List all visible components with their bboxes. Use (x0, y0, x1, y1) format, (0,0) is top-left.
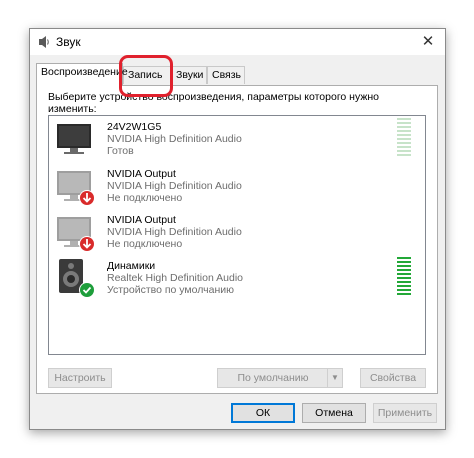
device-description: NVIDIA High Definition Audio (107, 180, 242, 192)
set-default-button[interactable]: По умолчанию ▼ (217, 368, 343, 388)
device-name: NVIDIA Output (107, 214, 176, 226)
tab-sounds[interactable]: Звуки (171, 66, 207, 84)
monitor-icon (57, 124, 91, 154)
tab-playback[interactable]: Воспроизведение (36, 63, 128, 86)
cancel-button[interactable]: Отмена (302, 403, 366, 423)
speaker-title-icon (39, 36, 49, 48)
device-name: NVIDIA Output (107, 168, 176, 180)
sound-dialog: Звук ✕ Воспроизведение Запись Звуки Связ… (29, 28, 446, 430)
device-name: 24V2W1G5 (107, 121, 162, 133)
device-item[interactable]: Динамики Realtek High Definition Audio У… (49, 255, 425, 301)
device-item[interactable]: NVIDIA Output NVIDIA High Definition Aud… (49, 163, 425, 209)
chevron-down-icon[interactable]: ▼ (327, 369, 342, 387)
down-arrow-badge-icon (79, 236, 95, 252)
device-description: Realtek High Definition Audio (107, 272, 243, 284)
device-list: 24V2W1G5 NVIDIA High Definition Audio Го… (48, 115, 426, 355)
set-default-label: По умолчанию (237, 372, 309, 384)
device-item[interactable]: 24V2W1G5 NVIDIA High Definition Audio Го… (49, 116, 425, 162)
device-status: Не подключено (107, 192, 183, 204)
close-button[interactable]: ✕ (411, 29, 445, 55)
checkmark-badge-icon (79, 282, 95, 298)
volume-level-meter (397, 118, 411, 158)
device-description: NVIDIA High Definition Audio (107, 226, 242, 238)
playback-panel: Выберите устройство воспроизведения, пар… (36, 85, 438, 394)
apply-button[interactable]: Применить (373, 403, 437, 423)
device-item[interactable]: NVIDIA Output NVIDIA High Definition Aud… (49, 209, 425, 255)
window-title: Звук (56, 35, 81, 49)
volume-level-meter (397, 257, 411, 297)
device-name: Динамики (107, 260, 156, 272)
monitor-icon (57, 171, 95, 206)
configure-button[interactable]: Настроить (48, 368, 112, 388)
speaker-icon (59, 259, 95, 298)
down-arrow-badge-icon (79, 190, 95, 206)
device-status: Не подключено (107, 238, 183, 250)
tab-recording[interactable]: Запись (123, 66, 171, 84)
monitor-icon (57, 217, 95, 252)
close-icon[interactable]: ✕ (422, 33, 435, 50)
title-bar: Звук ✕ (30, 29, 445, 55)
instruction-text: Выберите устройство воспроизведения, пар… (48, 91, 380, 115)
ok-button[interactable]: ОК (231, 403, 295, 423)
properties-button[interactable]: Свойства (360, 368, 426, 388)
tab-communications[interactable]: Связь (207, 66, 245, 84)
device-description: NVIDIA High Definition Audio (107, 133, 242, 145)
device-status: Готов (107, 145, 134, 157)
device-status: Устройство по умолчанию (107, 284, 234, 296)
tab-strip: Воспроизведение Запись Звуки Связь (36, 63, 436, 86)
